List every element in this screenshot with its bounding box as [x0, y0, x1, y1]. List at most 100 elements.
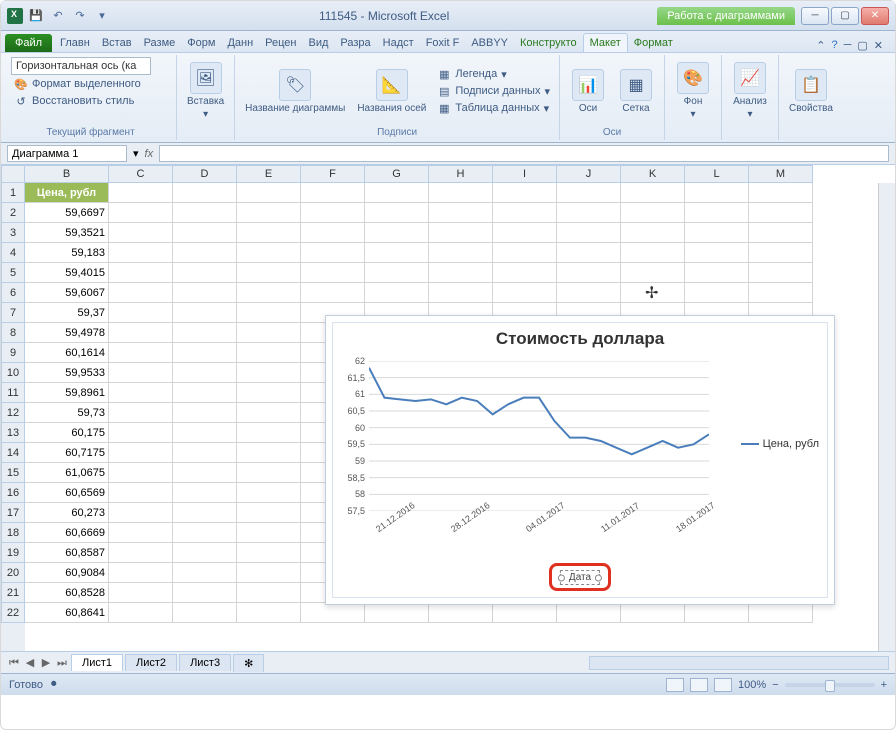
cell[interactable]	[237, 483, 301, 503]
column-header[interactable]: I	[493, 165, 557, 183]
cell[interactable]	[237, 383, 301, 403]
cell[interactable]	[429, 263, 493, 283]
cell[interactable]	[685, 223, 749, 243]
row-header[interactable]: 18	[1, 523, 25, 543]
cell[interactable]	[173, 483, 237, 503]
cell[interactable]	[109, 223, 173, 243]
cell[interactable]	[109, 543, 173, 563]
cell[interactable]	[749, 223, 813, 243]
row-header[interactable]: 20	[1, 563, 25, 583]
tab-formulas[interactable]: Форм	[181, 34, 221, 52]
cell[interactable]	[493, 283, 557, 303]
view-normal-button[interactable]	[666, 678, 684, 692]
cell[interactable]	[237, 323, 301, 343]
cell[interactable]	[237, 363, 301, 383]
column-header[interactable]: B	[25, 165, 109, 183]
axis-title-textbox[interactable]: Дата	[560, 570, 600, 585]
row-header[interactable]: 7	[1, 303, 25, 323]
cell[interactable]	[429, 183, 493, 203]
cell[interactable]	[173, 423, 237, 443]
tab-chart-format[interactable]: Формат	[628, 34, 679, 52]
cell[interactable]	[685, 183, 749, 203]
insert-button[interactable]: 🖼Вставка▾	[183, 60, 228, 122]
cell[interactable]	[237, 203, 301, 223]
cell[interactable]	[173, 503, 237, 523]
cell[interactable]: 60,273	[25, 503, 109, 523]
row-header[interactable]: 8	[1, 323, 25, 343]
sheet-tab-2[interactable]: Лист2	[125, 654, 177, 671]
name-box[interactable]	[7, 145, 127, 162]
column-header[interactable]: M	[749, 165, 813, 183]
cell[interactable]: 59,37	[25, 303, 109, 323]
sheet-tab-1[interactable]: Лист1	[71, 654, 123, 671]
horizontal-scrollbar[interactable]	[589, 656, 889, 670]
row-header[interactable]: 3	[1, 223, 25, 243]
cell[interactable]	[749, 603, 813, 623]
tab-nav-next-icon[interactable]: ▶	[39, 656, 53, 670]
cell[interactable]: 59,73	[25, 403, 109, 423]
tab-foxit[interactable]: Foxit F	[420, 34, 466, 52]
cell[interactable]	[173, 323, 237, 343]
cell[interactable]	[237, 423, 301, 443]
cell[interactable]	[557, 283, 621, 303]
cell[interactable]	[237, 503, 301, 523]
tab-chart-design[interactable]: Конструкто	[514, 34, 583, 52]
axes-button[interactable]: 📊Оси	[566, 67, 610, 116]
cell[interactable]: 59,9533	[25, 363, 109, 383]
cell[interactable]	[749, 263, 813, 283]
cell[interactable]	[109, 283, 173, 303]
cell[interactable]	[109, 363, 173, 383]
tab-view[interactable]: Вид	[303, 34, 335, 52]
cell[interactable]	[557, 263, 621, 283]
column-header[interactable]: J	[557, 165, 621, 183]
zoom-out-button[interactable]: −	[772, 679, 778, 691]
cell[interactable]	[493, 243, 557, 263]
cell[interactable]	[237, 303, 301, 323]
cell[interactable]	[557, 603, 621, 623]
zoom-slider[interactable]	[785, 683, 875, 687]
tab-file[interactable]: Файл	[5, 34, 52, 52]
cell[interactable]	[429, 283, 493, 303]
cell[interactable]	[301, 263, 365, 283]
cell[interactable]	[621, 183, 685, 203]
cell[interactable]	[301, 203, 365, 223]
cell[interactable]	[109, 303, 173, 323]
cell[interactable]: 60,8587	[25, 543, 109, 563]
ribbon-minimize-icon[interactable]: ⌃	[816, 39, 825, 52]
chart-element-selector[interactable]	[11, 57, 151, 75]
cell[interactable]	[237, 543, 301, 563]
cell[interactable]: 59,4978	[25, 323, 109, 343]
select-all-corner[interactable]	[1, 165, 25, 183]
cell[interactable]	[621, 223, 685, 243]
axis-titles-button[interactable]: 📐Названия осей	[353, 67, 430, 116]
chart-title-button[interactable]: 🏷Название диаграммы	[241, 67, 349, 116]
legend-button[interactable]: ▦Легенда ▾	[434, 66, 553, 82]
cell[interactable]	[173, 603, 237, 623]
cell[interactable]	[301, 223, 365, 243]
row-header[interactable]: 16	[1, 483, 25, 503]
chart-legend[interactable]: Цена, рубл	[741, 438, 819, 450]
column-header[interactable]: E	[237, 165, 301, 183]
row-header[interactable]: 9	[1, 343, 25, 363]
cell[interactable]	[173, 243, 237, 263]
column-header[interactable]: D	[173, 165, 237, 183]
cell[interactable]	[173, 583, 237, 603]
cell[interactable]	[237, 463, 301, 483]
column-header[interactable]: F	[301, 165, 365, 183]
row-header[interactable]: 11	[1, 383, 25, 403]
cell[interactable]	[685, 203, 749, 223]
tab-nav-first-icon[interactable]: ⏮	[7, 656, 21, 670]
cell[interactable]	[557, 223, 621, 243]
cell[interactable]	[749, 203, 813, 223]
cell[interactable]	[173, 463, 237, 483]
new-sheet-button[interactable]: ✻	[233, 654, 264, 672]
cell[interactable]	[301, 243, 365, 263]
cell[interactable]	[109, 323, 173, 343]
cell[interactable]	[301, 183, 365, 203]
tab-home[interactable]: Главн	[54, 34, 96, 52]
cell[interactable]: 61,0675	[25, 463, 109, 483]
properties-button[interactable]: 📋Свойства	[785, 67, 837, 116]
cell[interactable]	[109, 243, 173, 263]
cell[interactable]	[621, 283, 685, 303]
cell[interactable]	[365, 263, 429, 283]
